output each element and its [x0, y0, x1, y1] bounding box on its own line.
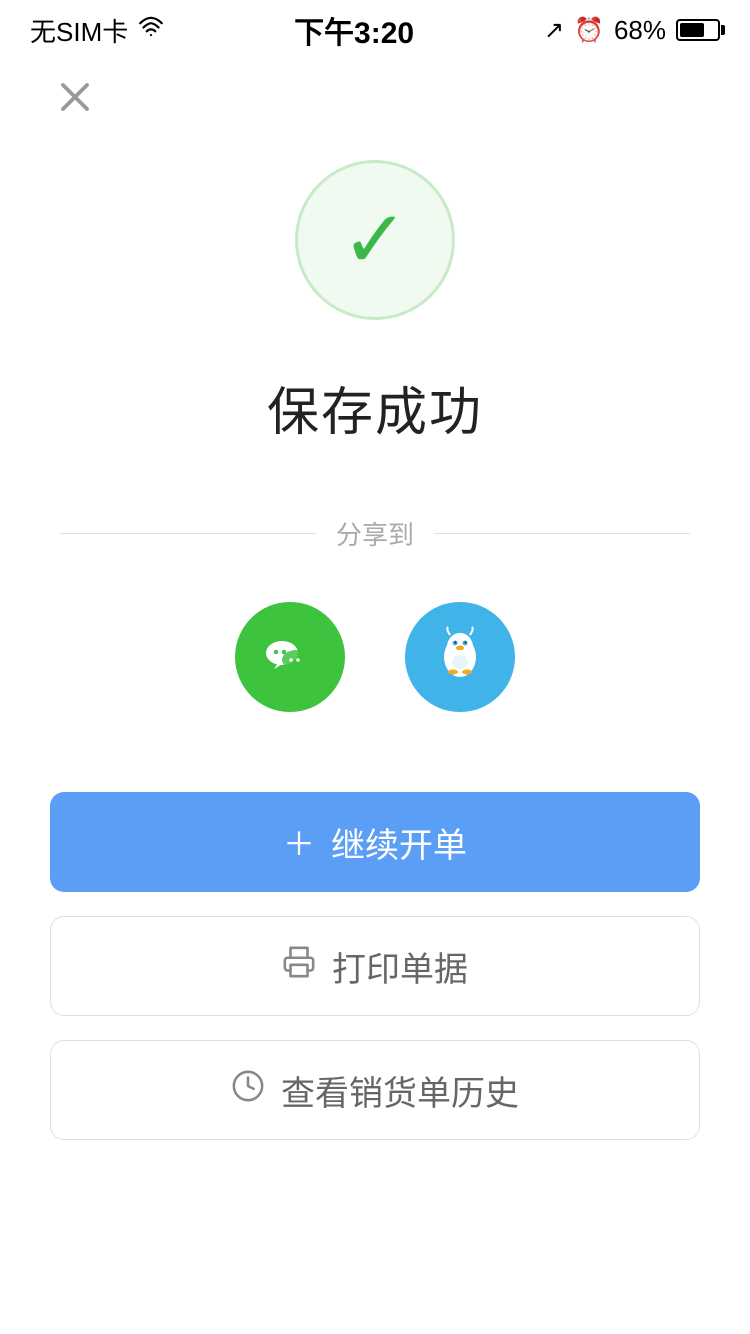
print-label: 打印单据 [332, 942, 468, 991]
wifi-icon [138, 14, 164, 47]
qq-share-button[interactable] [405, 602, 515, 712]
alarm-icon: ⏰ [574, 16, 604, 45]
status-time: 下午3:20 [294, 8, 414, 52]
share-divider: 分享到 [0, 515, 750, 552]
divider-right [434, 533, 690, 534]
print-icon [282, 945, 316, 987]
location-icon: ↗ [544, 16, 564, 45]
continue-button[interactable]: ＋ 继续开单 [50, 792, 700, 892]
plus-icon: ＋ [283, 819, 315, 865]
close-button[interactable] [50, 72, 100, 122]
status-right: ↗ ⏰ 68% [544, 15, 720, 46]
main-content: ✓ 保存成功 分享到 [0, 60, 750, 1140]
history-icon [231, 1069, 265, 1111]
wechat-share-button[interactable] [235, 602, 345, 712]
history-label: 查看销货单历史 [281, 1066, 519, 1115]
success-title: 保存成功 [267, 370, 483, 445]
wechat-icon [258, 625, 322, 689]
status-bar: 无SIM卡 下午3:20 ↗ ⏰ 68% [0, 0, 750, 60]
status-left: 无SIM卡 [30, 12, 164, 49]
divider-left [60, 533, 316, 534]
print-button[interactable]: 打印单据 [50, 916, 700, 1016]
checkmark-icon: ✓ [341, 200, 408, 280]
share-icons [235, 602, 515, 712]
success-circle: ✓ [295, 160, 455, 320]
battery-icon [676, 19, 720, 41]
history-button[interactable]: 查看销货单历史 [50, 1040, 700, 1140]
battery-pct: 68% [614, 15, 666, 46]
qq-icon [428, 625, 492, 689]
action-buttons: ＋ 继续开单 打印单据 查看销货单历史 [0, 792, 750, 1140]
share-label: 分享到 [316, 515, 434, 552]
carrier-text: 无SIM卡 [30, 12, 128, 49]
continue-label: 继续开单 [331, 818, 467, 867]
